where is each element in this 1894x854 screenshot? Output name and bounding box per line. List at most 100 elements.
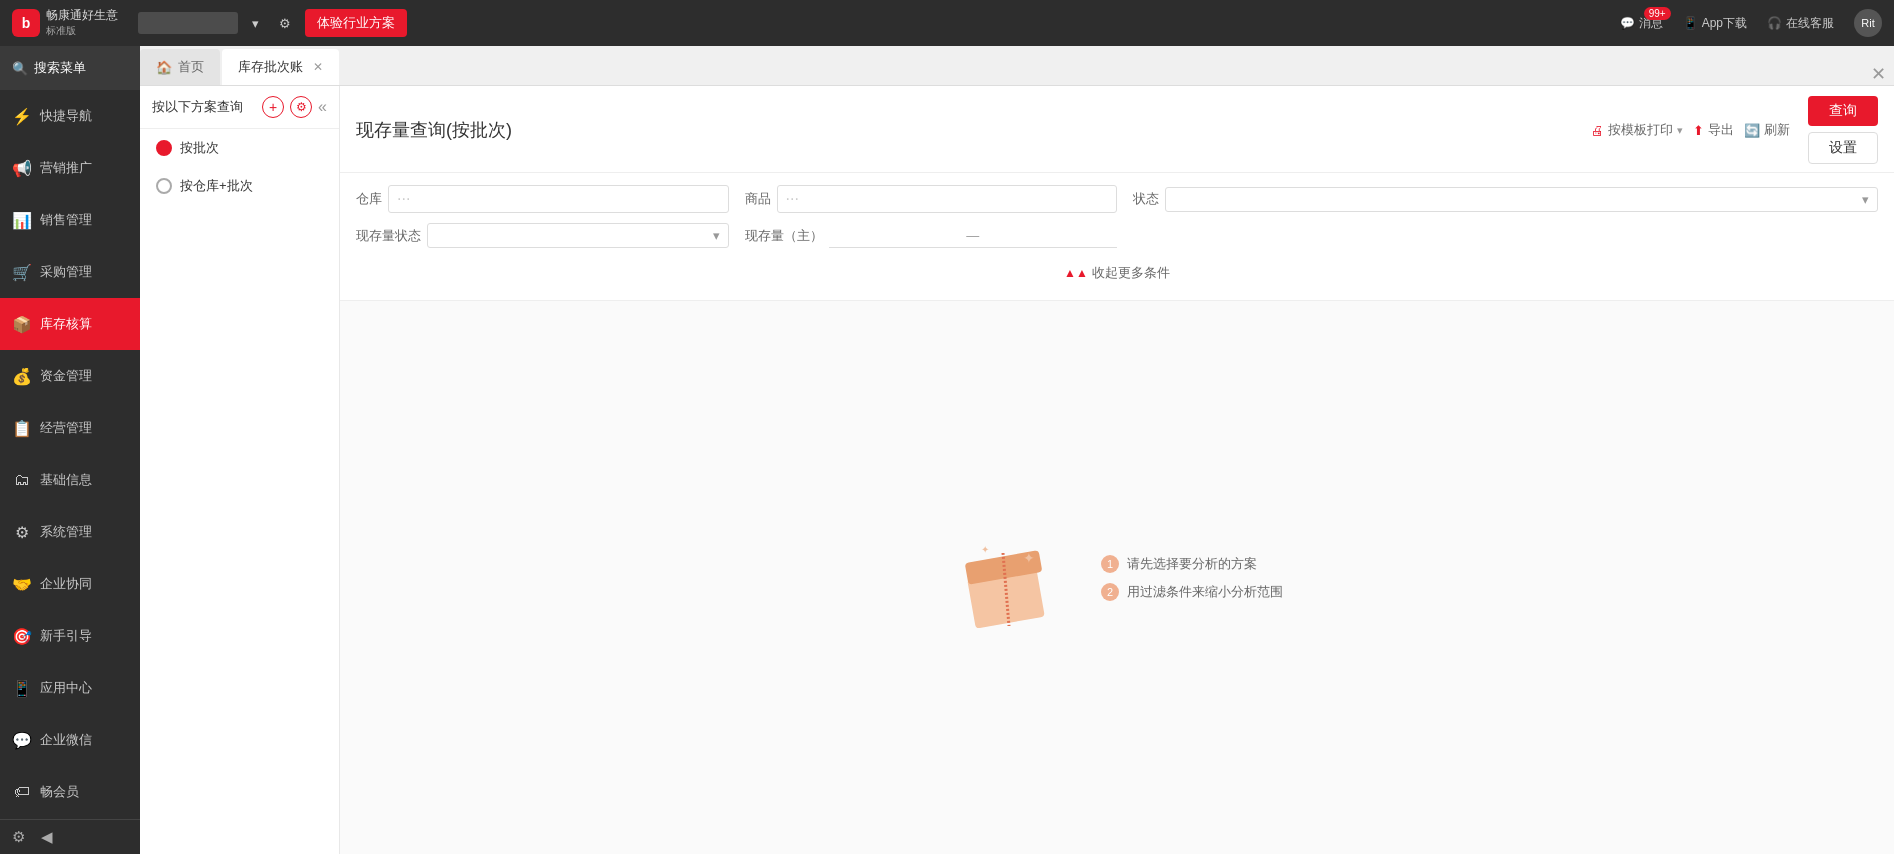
operations-icon: 📋 [12,418,32,438]
sidebar-item-new-guide[interactable]: 🎯 新手引导 [0,610,140,662]
collapse-filters-btn[interactable]: ▲▲ 收起更多条件 [356,258,1878,288]
svg-text:✦: ✦ [1023,550,1035,566]
system-icon: ⚙ [12,522,32,542]
sidebar-item-enterprise-wechat[interactable]: 💬 企业微信 [0,714,140,766]
sidebar-item-app-center[interactable]: 📱 应用中心 [0,662,140,714]
svg-text:✦: ✦ [981,544,989,555]
settings-gear-btn[interactable]: ⚙ [273,12,297,35]
messages-badge: 99+ [1644,7,1671,20]
status-label: 状态 [1133,190,1159,208]
member-icon: 🏷 [12,782,32,802]
product-label: 商品 [745,190,771,208]
warehouse-input[interactable]: ··· [388,185,729,213]
product-input[interactable]: ··· [777,185,1118,213]
page-header: 现存量查询(按批次) 🖨 按模板打印 ▾ ⬆ 导出 [340,86,1894,173]
batch-dot [156,140,172,156]
quick-nav-icon: ⚡ [12,106,32,126]
sidebar-item-marketing[interactable]: 📢 营销推广 [0,142,140,194]
sidebar-item-system[interactable]: ⚙ 系统管理 [0,506,140,558]
finance-icon: 💰 [12,366,32,386]
settings-btn[interactable]: 设置 [1808,132,1878,164]
export-btn[interactable]: ⬆ 导出 [1693,121,1734,139]
sidebar-search[interactable]: 🔍 搜索菜单 [0,46,140,90]
logo-icon: b [12,9,40,37]
left-panel-title: 按以下方案查询 [152,98,243,116]
sidebar-item-finance[interactable]: 💰 资金管理 [0,350,140,402]
empty-text: 1 请先选择要分析的方案 2 用过滤条件来缩小分析范围 [1101,555,1283,601]
left-panel-item-warehouse-batch[interactable]: 按仓库+批次 [140,167,339,205]
tab-home[interactable]: 🏠 首页 [140,49,220,85]
print-btn[interactable]: 🖨 按模板打印 ▾ [1591,121,1683,139]
product-placeholder: ··· [786,190,799,208]
phone-icon: 📱 [1683,16,1698,30]
inv-status-dropdown-icon: ▾ [713,228,720,243]
left-panel-actions: + ⚙ « [262,96,327,118]
sidebar-item-quick-nav[interactable]: ⚡ 快捷导航 [0,90,140,142]
refresh-icon: 🔄 [1744,123,1760,138]
refresh-btn[interactable]: 🔄 刷新 [1744,121,1790,139]
left-panel-header: 按以下方案查询 + ⚙ « [140,86,339,129]
sidebar-item-inventory[interactable]: 📦 库存核算 [0,298,140,350]
collapse-up-icon: ▲▲ [1064,266,1088,280]
inventory-status-select[interactable]: ▾ [427,223,729,248]
home-icon: 🏠 [156,60,172,75]
sidebar-bottom: ⚙ ◀ [0,819,140,854]
marketing-icon: 📢 [12,158,32,178]
sidebar: 🔍 搜索菜单 ⚡ 快捷导航 📢 营销推广 📊 销售管理 🛒 [0,46,140,854]
sidebar-item-operations[interactable]: 📋 经营管理 [0,402,140,454]
app-download-btn[interactable]: 📱 App下载 [1683,15,1747,32]
sidebar-item-basic-info[interactable]: 🗂 基础信息 [0,454,140,506]
breadcrumb-input[interactable] [138,12,238,34]
left-panel: 按以下方案查询 + ⚙ « 按批次 [140,86,340,854]
query-btn[interactable]: 查询 [1808,96,1878,126]
top-nav-area: ▾ ⚙ 体验行业方案 [118,9,1620,37]
tab-close-btn[interactable]: ✕ [313,60,323,74]
top-bar: b 畅康通好生意 标准版 ▾ ⚙ 体验行业方案 💬 消息 99+ 📱 App下载 [0,0,1894,46]
sidebar-item-sales[interactable]: 📊 销售管理 [0,194,140,246]
content-area: 🏠 首页 库存批次账 ✕ ✕ 按以下方案查询 + ⚙ [140,46,1894,854]
left-panel-item-batch[interactable]: 按批次 [140,129,339,167]
online-service-btn[interactable]: 🎧 在线客服 [1767,15,1834,32]
user-avatar-btn[interactable]: Rit [1854,9,1882,37]
new-guide-icon: 🎯 [12,626,32,646]
main-area: 🔍 搜索菜单 ⚡ 快捷导航 📢 营销推广 📊 销售管理 🛒 [0,46,1894,854]
left-panel-collapse-btn[interactable]: « [318,98,327,116]
page-title: 现存量查询(按批次) [356,118,512,142]
sidebar-item-purchase[interactable]: 🛒 采购管理 [0,246,140,298]
print-dropdown-icon[interactable]: ▾ [1677,124,1683,137]
inventory-quantity-input[interactable]: — [829,224,1118,248]
tab-area-close-btn[interactable]: ✕ [1863,63,1894,85]
export-icon: ⬆ [1693,123,1704,138]
dropdown-btn[interactable]: ▾ [246,12,265,35]
status-select[interactable]: ▾ [1165,187,1878,212]
step-1-badge: 1 [1101,555,1119,573]
sidebar-item-enterprise[interactable]: 🤝 企业协同 [0,558,140,610]
inventory-icon: 📦 [12,314,32,334]
tab-bar: 🏠 首页 库存批次账 ✕ ✕ [140,46,1894,86]
sidebar-item-member[interactable]: 🏷 畅会员 [0,766,140,818]
message-icon: 💬 [1620,16,1635,30]
page-content: 按以下方案查询 + ⚙ « 按批次 [140,86,1894,854]
top-right-area: 💬 消息 99+ 📱 App下载 🎧 在线客服 Rit [1620,9,1882,37]
logo-badge: 标准版 [46,24,118,38]
product-filter: 商品 ··· [745,185,1118,213]
sidebar-settings-btn[interactable]: ⚙ [12,828,25,846]
status-filter: 状态 ▾ [1133,187,1878,212]
search-icon: 🔍 [12,61,28,76]
tab-batch-account[interactable]: 库存批次账 ✕ [222,49,339,85]
empty-state: ✦ ✦ 1 请先选择要分析的方案 2 用过滤条件来缩小分析范围 [340,301,1894,854]
messages-btn[interactable]: 💬 消息 99+ [1620,15,1663,32]
inventory-quantity-label: 现存量（主） [745,227,823,245]
add-scheme-btn[interactable]: + [262,96,284,118]
logo-text: 畅康通好生意 [46,8,118,24]
avatar: Rit [1854,9,1882,37]
sidebar-collapse-btn[interactable]: ◀ [41,828,53,846]
headset-icon: 🎧 [1767,16,1782,30]
print-icon: 🖨 [1591,123,1604,138]
trial-btn[interactable]: 体验行业方案 [305,9,407,37]
empty-step-1: 1 请先选择要分析的方案 [1101,555,1283,573]
scheme-settings-btn[interactable]: ⚙ [290,96,312,118]
app-wrapper: b 畅康通好生意 标准版 ▾ ⚙ 体验行业方案 💬 消息 99+ 📱 App下载 [0,0,1894,854]
empty-svg: ✦ ✦ [951,518,1071,638]
top-logo: b 畅康通好生意 标准版 [12,8,118,38]
